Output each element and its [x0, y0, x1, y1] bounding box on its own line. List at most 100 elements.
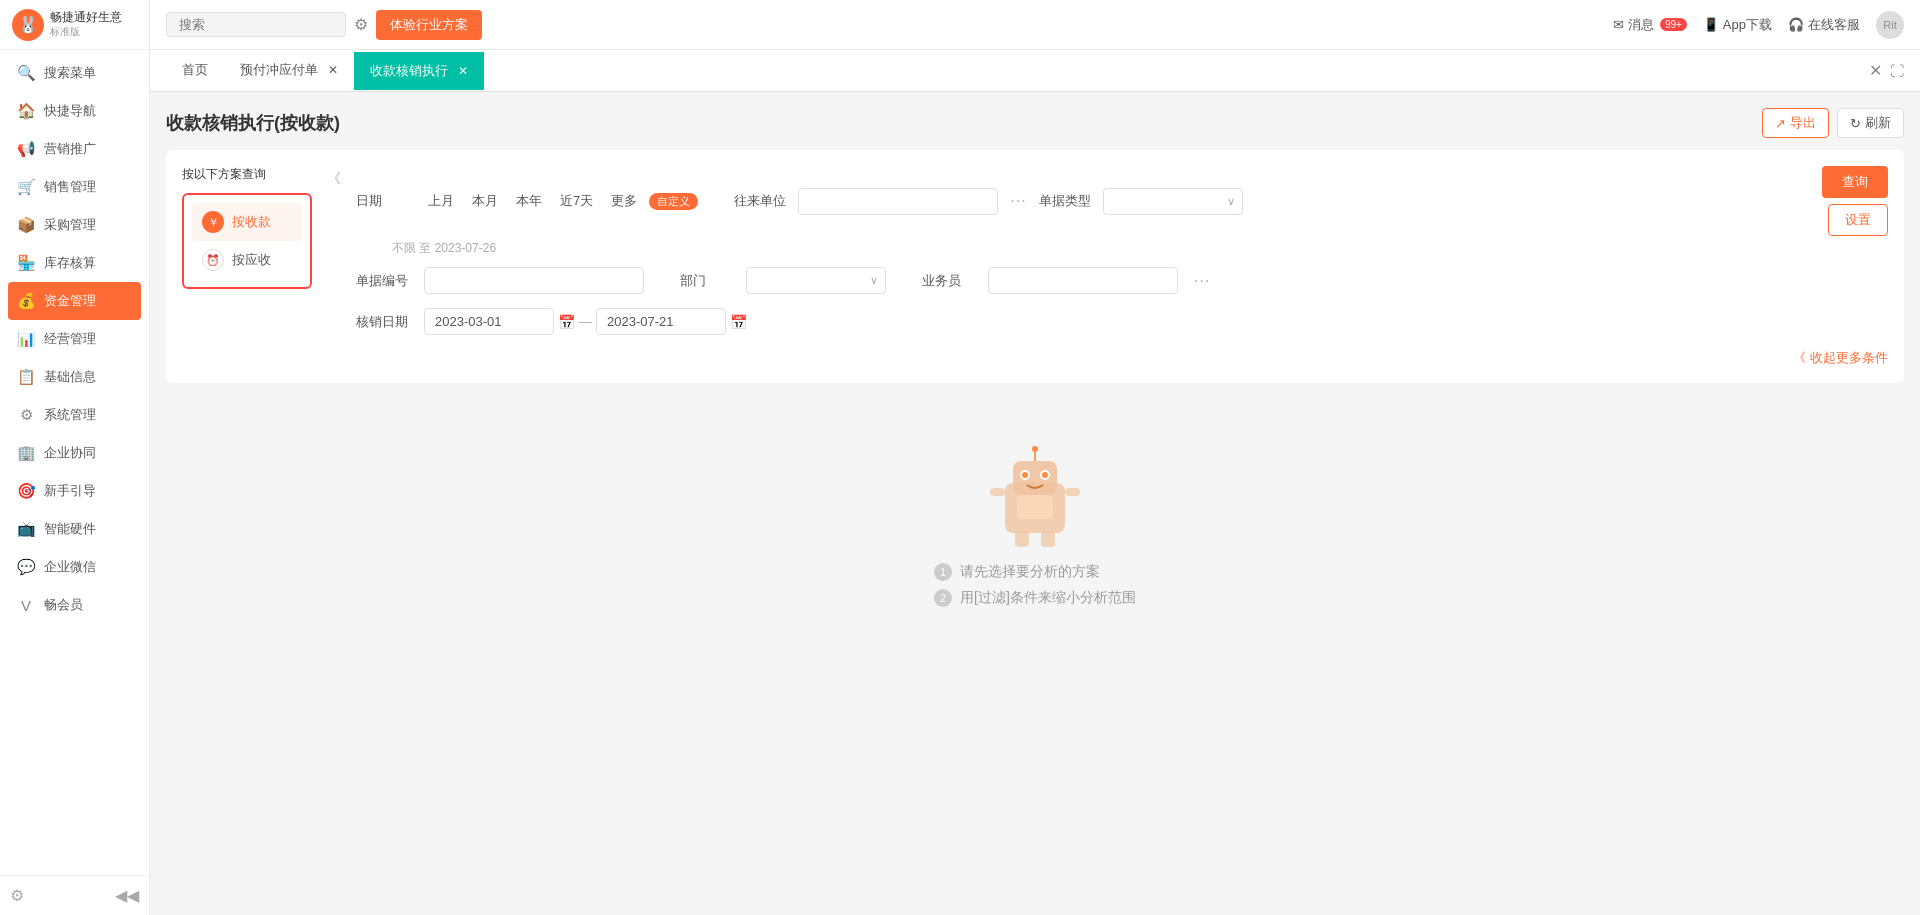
sidebar: 🐰 畅捷通好生意 标准版 🔍 搜索菜单 🏠 快捷导航 📢 营销推广 🛒 销售管理…: [0, 0, 150, 915]
this-month-btn[interactable]: 本月: [466, 190, 504, 212]
tabbar-actions: ✕ ⛶: [1869, 61, 1904, 80]
collapse-sidebar-icon[interactable]: ◀◀: [115, 886, 139, 905]
sidebar-item-member[interactable]: V 畅会员: [0, 586, 149, 624]
sidebar-item-label-capital: 资金管理: [44, 292, 96, 310]
filter-row-1: 日期 上月 本月 本年 近7天 更多 自定义 往来单位 ··· 单据类型: [356, 166, 1888, 236]
last-7days-btn[interactable]: 近7天: [554, 190, 599, 212]
receipt-icon: ￥: [202, 211, 224, 233]
export-label: 导出: [1790, 114, 1816, 132]
department-label: 部门: [680, 272, 730, 290]
counterparty-input[interactable]: [798, 188, 998, 215]
query-button[interactable]: 查询: [1822, 166, 1888, 198]
last-month-btn[interactable]: 上月: [422, 190, 460, 212]
counterparty-ellipsis[interactable]: ···: [1010, 192, 1026, 210]
filter-row-2: 单据编号 部门 业务员 ···: [356, 267, 1888, 294]
search-input[interactable]: [166, 12, 346, 37]
sidebar-item-purchase[interactable]: 📦 采购管理: [0, 206, 149, 244]
salesperson-label: 业务员: [922, 272, 972, 290]
content-area: 收款核销执行(按收款) ↗ 导出 ↻ 刷新 按以下方案查询 ￥: [150, 92, 1920, 915]
sidebar-item-marketing[interactable]: 📢 营销推广: [0, 130, 149, 168]
sidebar-item-label-quicknav: 快捷导航: [44, 102, 96, 120]
sidebar-item-enterprise[interactable]: 🏢 企业协同: [0, 434, 149, 472]
inventory-icon: 🏪: [16, 254, 36, 272]
bill-no-label: 单据编号: [356, 272, 408, 290]
sidebar-item-inventory[interactable]: 🏪 库存核算: [0, 244, 149, 282]
search-icon: 🔍: [16, 64, 36, 82]
receivable-icon: ⏰: [202, 249, 224, 271]
filter-option-by-receivable[interactable]: ⏰ 按应收: [192, 241, 302, 279]
hint-num-1: 1: [934, 563, 952, 581]
expand-icon[interactable]: ⛶: [1890, 63, 1904, 79]
svg-rect-1: [1013, 461, 1057, 495]
sidebar-item-system[interactable]: ⚙ 系统管理: [0, 396, 149, 434]
collapse-filter-button[interactable]: 《: [324, 166, 344, 367]
topbar-search-area: ⚙ 体验行业方案: [166, 10, 1601, 40]
sidebar-item-label-wecom: 企业微信: [44, 558, 96, 576]
sidebar-item-label-inventory: 库存核算: [44, 254, 96, 272]
salesperson-ellipsis[interactable]: ···: [1194, 272, 1210, 290]
export-button[interactable]: ↗ 导出: [1762, 108, 1829, 138]
tab-home[interactable]: 首页: [166, 51, 224, 91]
bill-type-select[interactable]: [1103, 188, 1243, 215]
app-download-button[interactable]: 📱 App下载: [1703, 16, 1772, 34]
tab-prepay-label: 预付冲应付单: [240, 61, 318, 79]
page-actions: ↗ 导出 ↻ 刷新: [1762, 108, 1904, 138]
sidebar-item-search[interactable]: 🔍 搜索菜单: [0, 54, 149, 92]
tab-writeoff-close[interactable]: ✕: [458, 64, 468, 78]
app-download-label: App下载: [1723, 16, 1772, 34]
calendar-end-icon[interactable]: 📅: [730, 314, 747, 330]
collapse-more-button[interactable]: 《 收起更多条件: [356, 349, 1888, 367]
sidebar-item-label-system: 系统管理: [44, 406, 96, 424]
sidebar-item-label-hardware: 智能硬件: [44, 520, 96, 538]
tab-writeoff-label: 收款核销执行: [370, 62, 448, 80]
sidebar-item-capital[interactable]: 💰 资金管理: [8, 282, 141, 320]
sidebar-item-sales[interactable]: 🛒 销售管理: [0, 168, 149, 206]
filter-settings-button[interactable]: 设置: [1828, 204, 1888, 236]
salesperson-input[interactable]: [988, 267, 1178, 294]
user-avatar[interactable]: Rit: [1876, 11, 1904, 39]
bill-type-select-wrap: [1103, 188, 1243, 215]
sidebar-item-label-management: 经营管理: [44, 330, 96, 348]
messages-button[interactable]: ✉ 消息 99+: [1613, 16, 1687, 34]
svg-rect-9: [1065, 488, 1080, 496]
more-date-btn[interactable]: 更多: [605, 190, 643, 212]
tab-writeoff[interactable]: 收款核销执行 ✕: [354, 52, 484, 90]
sidebar-item-label-enterprise: 企业协同: [44, 444, 96, 462]
solution-button[interactable]: 体验行业方案: [376, 10, 482, 40]
counterparty-label: 往来单位: [734, 192, 786, 210]
department-select-wrap: [746, 267, 886, 294]
tab-prepay-close[interactable]: ✕: [328, 63, 338, 77]
department-select[interactable]: [746, 267, 886, 294]
member-icon: V: [16, 597, 36, 614]
topbar: ⚙ 体验行业方案 ✉ 消息 99+ 📱 App下载 🎧 在线客服 Rit: [150, 0, 1920, 50]
sidebar-item-management[interactable]: 📊 经营管理: [0, 320, 149, 358]
writeoff-date-start-input[interactable]: [424, 308, 554, 335]
sidebar-item-basicinfo[interactable]: 📋 基础信息: [0, 358, 149, 396]
filter-option-by-receipt[interactable]: ￥ 按收款: [192, 203, 302, 241]
filter-row-3: 核销日期 📅 — 📅: [356, 308, 1888, 335]
sidebar-item-quicknav[interactable]: 🏠 快捷导航: [0, 92, 149, 130]
sidebar-item-guide[interactable]: 🎯 新手引导: [0, 472, 149, 510]
logo: 🐰 畅捷通好生意 标准版: [0, 0, 149, 50]
filter-options-box: ￥ 按收款 ⏰ 按应收: [182, 193, 312, 289]
message-label: 消息: [1628, 16, 1654, 34]
filter-main: 日期 上月 本月 本年 近7天 更多 自定义 往来单位 ··· 单据类型: [356, 166, 1888, 367]
this-year-btn[interactable]: 本年: [510, 190, 548, 212]
writeoff-date-end-input[interactable]: [596, 308, 726, 335]
message-badge: 99+: [1660, 18, 1687, 31]
svg-rect-12: [1017, 495, 1053, 519]
sidebar-item-hardware[interactable]: 📺 智能硬件: [0, 510, 149, 548]
close-tab-icon[interactable]: ✕: [1869, 61, 1882, 80]
sidebar-item-wecom[interactable]: 💬 企业微信: [0, 548, 149, 586]
online-service-button[interactable]: 🎧 在线客服: [1788, 16, 1860, 34]
calendar-start-icon[interactable]: 📅: [558, 314, 575, 330]
empty-state: 1 请先选择要分析的方案 2 用[过滤]条件来缩小分析范围: [166, 383, 1904, 667]
by-receipt-label: 按收款: [232, 213, 271, 231]
tab-prepay[interactable]: 预付冲应付单 ✕: [224, 51, 354, 91]
gear-icon[interactable]: ⚙: [354, 15, 368, 34]
guide-icon: 🎯: [16, 482, 36, 500]
settings-icon[interactable]: ⚙: [10, 886, 24, 905]
refresh-button[interactable]: ↻ 刷新: [1837, 108, 1904, 138]
basicinfo-icon: 📋: [16, 368, 36, 386]
bill-no-input[interactable]: [424, 267, 644, 294]
